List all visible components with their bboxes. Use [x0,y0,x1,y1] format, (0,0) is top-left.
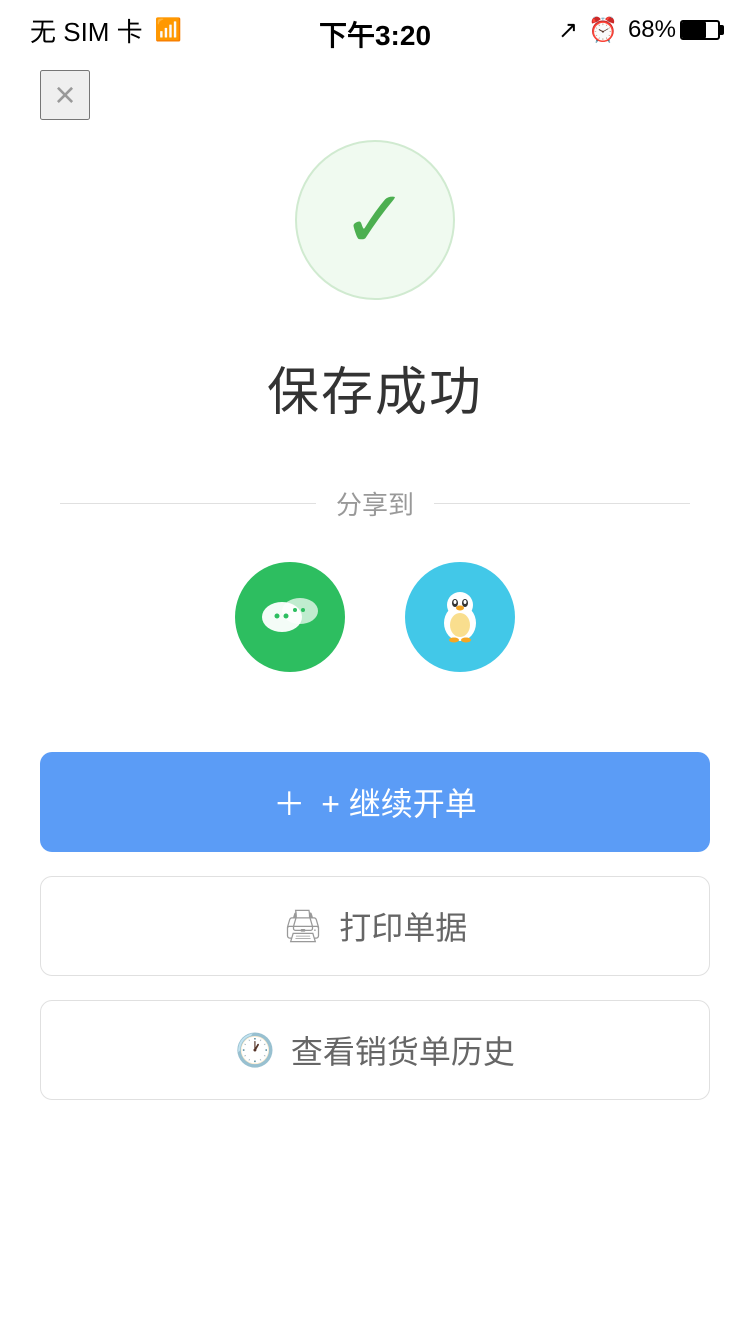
status-right: ↗ ⏰ 68% [558,16,720,45]
battery-icon [680,20,720,40]
location-icon: ↗ [558,16,578,45]
view-history-button[interactable]: 🕐 查看销货单历史 [40,1000,710,1100]
print-receipt-label: 打印单据 [339,903,467,949]
share-icons [235,562,515,672]
close-button[interactable]: × [40,70,90,120]
clock-icon: 🕐 [235,1031,275,1069]
battery-pct: 68% [628,16,676,44]
status-bar: 无 SIM 卡 📶 下午3:20 ↗ ⏰ 68% [0,0,750,60]
wifi-icon: 📶 [155,17,182,43]
qq-icon [430,587,490,647]
wechat-icon [256,583,324,651]
sim-status: 无 SIM 卡 [30,12,143,49]
wechat-share-button[interactable] [235,562,345,672]
qq-share-button[interactable] [405,562,515,672]
close-icon: × [54,77,75,113]
view-history-label: 查看销货单历史 [291,1027,515,1073]
success-circle: ✓ [295,140,455,300]
share-divider: 分享到 [0,485,750,522]
status-left: 无 SIM 卡 📶 [30,12,182,49]
main-content: ✓ 保存成功 分享到 [0,60,750,1100]
divider-line-right [434,503,690,504]
divider-line-left [60,503,316,504]
action-buttons: ＋ + 继续开单 🖨 打印单据 🕐 查看销货单历史 [0,752,750,1100]
plus-icon: ＋ [273,779,305,825]
alarm-icon: ⏰ [588,16,618,45]
continue-order-label: + 继续开单 [321,779,477,825]
printer-icon: 🖨 [283,907,324,945]
battery-block: 68% [628,16,720,44]
continue-order-button[interactable]: ＋ + 继续开单 [40,752,710,852]
share-label: 分享到 [316,485,434,522]
status-time: 下午3:20 [319,14,431,54]
success-title: 保存成功 [267,350,483,425]
print-receipt-button[interactable]: 🖨 打印单据 [40,876,710,976]
checkmark-icon: ✓ [341,180,408,260]
